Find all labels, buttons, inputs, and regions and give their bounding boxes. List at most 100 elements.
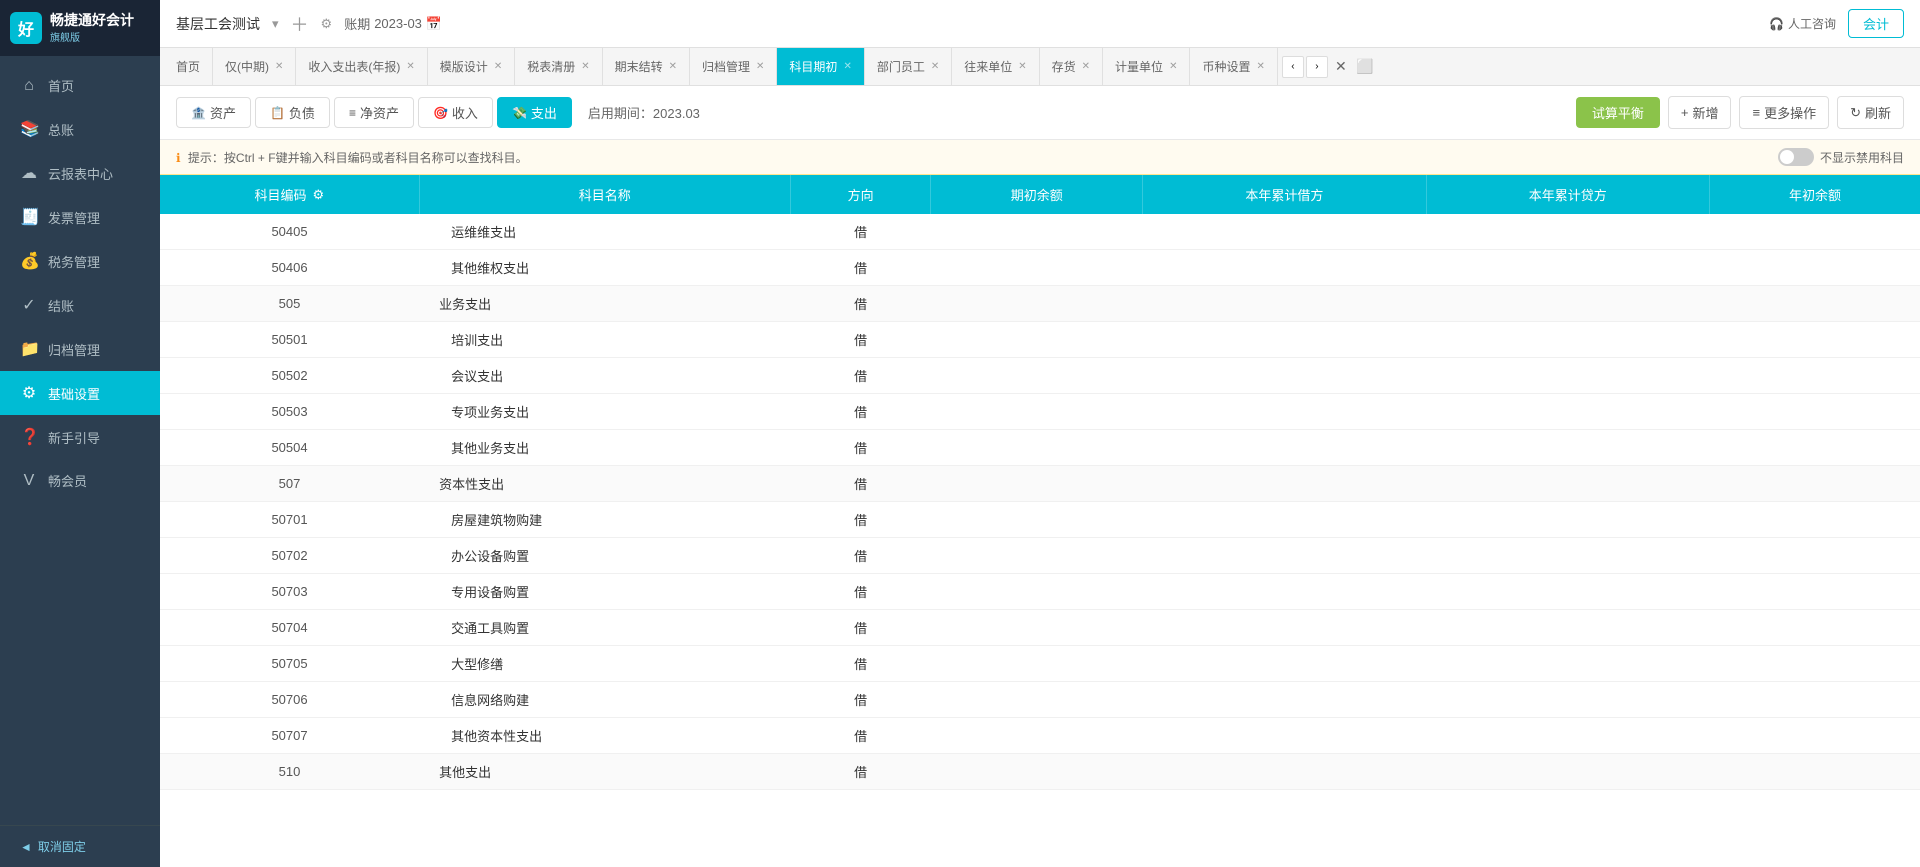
sidebar-item-归档管理[interactable]: 📁 归档管理	[0, 327, 160, 371]
filter-tab-资产[interactable]: 🏦 资产	[176, 97, 251, 128]
filter-tabs: 🏦 资产 📋 负债 ≡ 净资产 🎯 收入 💸 支出	[176, 97, 572, 128]
refresh-button[interactable]: ↻ 刷新	[1837, 96, 1904, 129]
tab-期末结转[interactable]: 期末结转✕	[603, 48, 690, 85]
table-row[interactable]: 50707 其他资本性支出 借	[160, 718, 1920, 754]
cell-opening-9	[931, 538, 1143, 574]
sidebar-item-基础设置[interactable]: ⚙ 基础设置	[0, 371, 160, 415]
add-button[interactable]: + 新增	[1668, 96, 1732, 129]
table-row[interactable]: 50701 房屋建筑物购建 借	[160, 502, 1920, 538]
tab-close-8[interactable]: ✕	[931, 61, 939, 72]
cell-direction-3: 借	[790, 322, 930, 358]
tab-close-5[interactable]: ✕	[669, 61, 677, 72]
tab-首页[interactable]: 首页	[164, 48, 213, 85]
cell-direction-6: 借	[790, 430, 930, 466]
sidebar-footer[interactable]: ◄ 取消固定	[0, 825, 160, 867]
tab-close-11[interactable]: ✕	[1169, 61, 1177, 72]
tab-close-3[interactable]: ✕	[494, 61, 502, 72]
table-row[interactable]: 510 其他支出 借	[160, 754, 1920, 790]
tab-prev-button[interactable]: ‹	[1282, 56, 1304, 78]
cell-name-3: 培训支出	[419, 322, 790, 358]
table-row[interactable]: 50501 培训支出 借	[160, 322, 1920, 358]
filter-tab-支出[interactable]: 💸 支出	[497, 97, 572, 128]
tab-存货[interactable]: 存货✕	[1040, 48, 1103, 85]
filter-tab-收入[interactable]: 🎯 收入	[418, 97, 493, 128]
account-button[interactable]: 会计	[1848, 9, 1904, 38]
tab-币种设置[interactable]: 币种设置✕	[1190, 48, 1277, 85]
sidebar-item-结账[interactable]: ✓ 结账	[0, 283, 160, 327]
table-row[interactable]: 50702 办公设备购置 借	[160, 538, 1920, 574]
tab-close-1[interactable]: ✕	[275, 61, 283, 72]
sidebar-icon-5: ✓	[20, 295, 38, 315]
tab-往来单位[interactable]: 往来单位 ✕	[952, 48, 1039, 85]
tab-close-9[interactable]: ✕	[1018, 61, 1026, 72]
filter-label-2: 净资产	[360, 103, 399, 122]
table-row[interactable]: 505 业务支出 借	[160, 286, 1920, 322]
tab-模版设计[interactable]: 模版设计✕	[428, 48, 515, 85]
cell-ytd-debit-10	[1143, 574, 1426, 610]
tab-close-6[interactable]: ✕	[756, 61, 764, 72]
filter-tab-负债[interactable]: 📋 负债	[255, 97, 330, 128]
add-company-icon[interactable]: ＋	[291, 11, 309, 37]
toggle-label: 不显示禁用科目	[1820, 149, 1904, 166]
table-row[interactable]: 50706 信息网络购建 借	[160, 682, 1920, 718]
accounting-period: 账期 2023-03 📅	[344, 14, 442, 33]
tab-next-button[interactable]: ›	[1306, 56, 1328, 78]
tab-close-10[interactable]: ✕	[1082, 61, 1090, 72]
table-row[interactable]: 50406 其他维权支出 借	[160, 250, 1920, 286]
sidebar-item-首页[interactable]: ⌂ 首页	[0, 64, 160, 107]
cell-ytd-credit-3	[1426, 322, 1709, 358]
sidebar-item-新手引导[interactable]: ❓ 新手引导	[0, 415, 160, 459]
table-row[interactable]: 50503 专项业务支出 借	[160, 394, 1920, 430]
cell-opening-1	[931, 250, 1143, 286]
cell-ytd-credit-14	[1426, 718, 1709, 754]
table-row[interactable]: 507 资本性支出 借	[160, 466, 1920, 502]
sidebar-item-畅会员[interactable]: V 畅会员	[0, 459, 160, 502]
tab-close-7[interactable]: ✕	[843, 61, 851, 72]
sidebar-item-发票管理[interactable]: 🧾 发票管理	[0, 195, 160, 239]
hint-text-wrap: ℹ 提示：按Ctrl + F键并输入科目编码或者科目名称可以查找科目。	[176, 149, 528, 166]
sidebar-item-云报表中心[interactable]: ☁ 云报表中心	[0, 151, 160, 195]
table-row[interactable]: 50405 运维维支出 借	[160, 214, 1920, 250]
tab-close-2[interactable]: ✕	[406, 61, 414, 72]
sidebar-item-总账[interactable]: 📚 总账	[0, 107, 160, 151]
sidebar-label-5: 结账	[48, 296, 74, 315]
tab-归档管理[interactable]: 归档管理✕	[690, 48, 777, 85]
sidebar-item-税务管理[interactable]: 💰 税务管理	[0, 239, 160, 283]
company-chevron-icon[interactable]: ▾	[272, 16, 279, 32]
table-header-row: 科目编码 ⚙ 科目名称 方向 期初余额 本年累计借方 本年累计贷方 年初余额	[160, 175, 1920, 214]
table-row[interactable]: 50705 大型修缮 借	[160, 646, 1920, 682]
balance-button[interactable]: 试算平衡	[1576, 97, 1660, 128]
table-row[interactable]: 50504 其他业务支出 借	[160, 430, 1920, 466]
tab-close-all-button[interactable]: ✕	[1330, 56, 1352, 78]
cell-code-7: 507	[160, 466, 419, 502]
cell-code-2: 505	[160, 286, 419, 322]
cell-ytd-credit-12	[1426, 646, 1709, 682]
tab-收入支出表(年报)[interactable]: 收入支出表(年报)✕	[296, 48, 427, 85]
table-row[interactable]: 50502 会议支出 借	[160, 358, 1920, 394]
table-row[interactable]: 50703 专用设备购置 借	[160, 574, 1920, 610]
more-button[interactable]: ≡ 更多操作	[1739, 96, 1829, 129]
tab-expand-button[interactable]: ⬜	[1354, 56, 1376, 78]
tab-label-9: 往来单位	[964, 58, 1012, 75]
cell-name-5: 专项业务支出	[419, 394, 790, 430]
tab-close-12[interactable]: ✕	[1256, 61, 1264, 72]
disable-toggle[interactable]	[1778, 148, 1814, 166]
settings-icon[interactable]: ⚙	[321, 16, 333, 32]
tab-计量单位[interactable]: 计量单位✕	[1103, 48, 1190, 85]
cell-code-6: 50504	[160, 430, 419, 466]
sidebar-nav: ⌂ 首页 📚 总账 ☁ 云报表中心 🧾 发票管理 💰 税务管理 ✓ 结账 📁 归…	[0, 56, 160, 825]
tab-部门员工[interactable]: 部门员工✕	[865, 48, 952, 85]
help-button[interactable]: 🎧 人工咨询	[1769, 15, 1836, 32]
tab-税表清册[interactable]: 税表清册✕	[515, 48, 602, 85]
table-row[interactable]: 50704 交通工具购置 借	[160, 610, 1920, 646]
cell-ytd-credit-13	[1426, 682, 1709, 718]
tab-仅(中期)[interactable]: 仅(中期)✕	[213, 48, 296, 85]
filter-tab-净资产[interactable]: ≡ 净资产	[334, 97, 414, 128]
add-label: 新增	[1692, 103, 1718, 122]
th-settings-icon[interactable]: ⚙	[312, 187, 324, 203]
cell-direction-2: 借	[790, 286, 930, 322]
tab-科目期初[interactable]: 科目期初✕	[777, 48, 864, 85]
cell-ytd-debit-14	[1143, 718, 1426, 754]
calendar-icon[interactable]: 📅	[426, 16, 442, 32]
tab-close-4[interactable]: ✕	[581, 61, 589, 72]
